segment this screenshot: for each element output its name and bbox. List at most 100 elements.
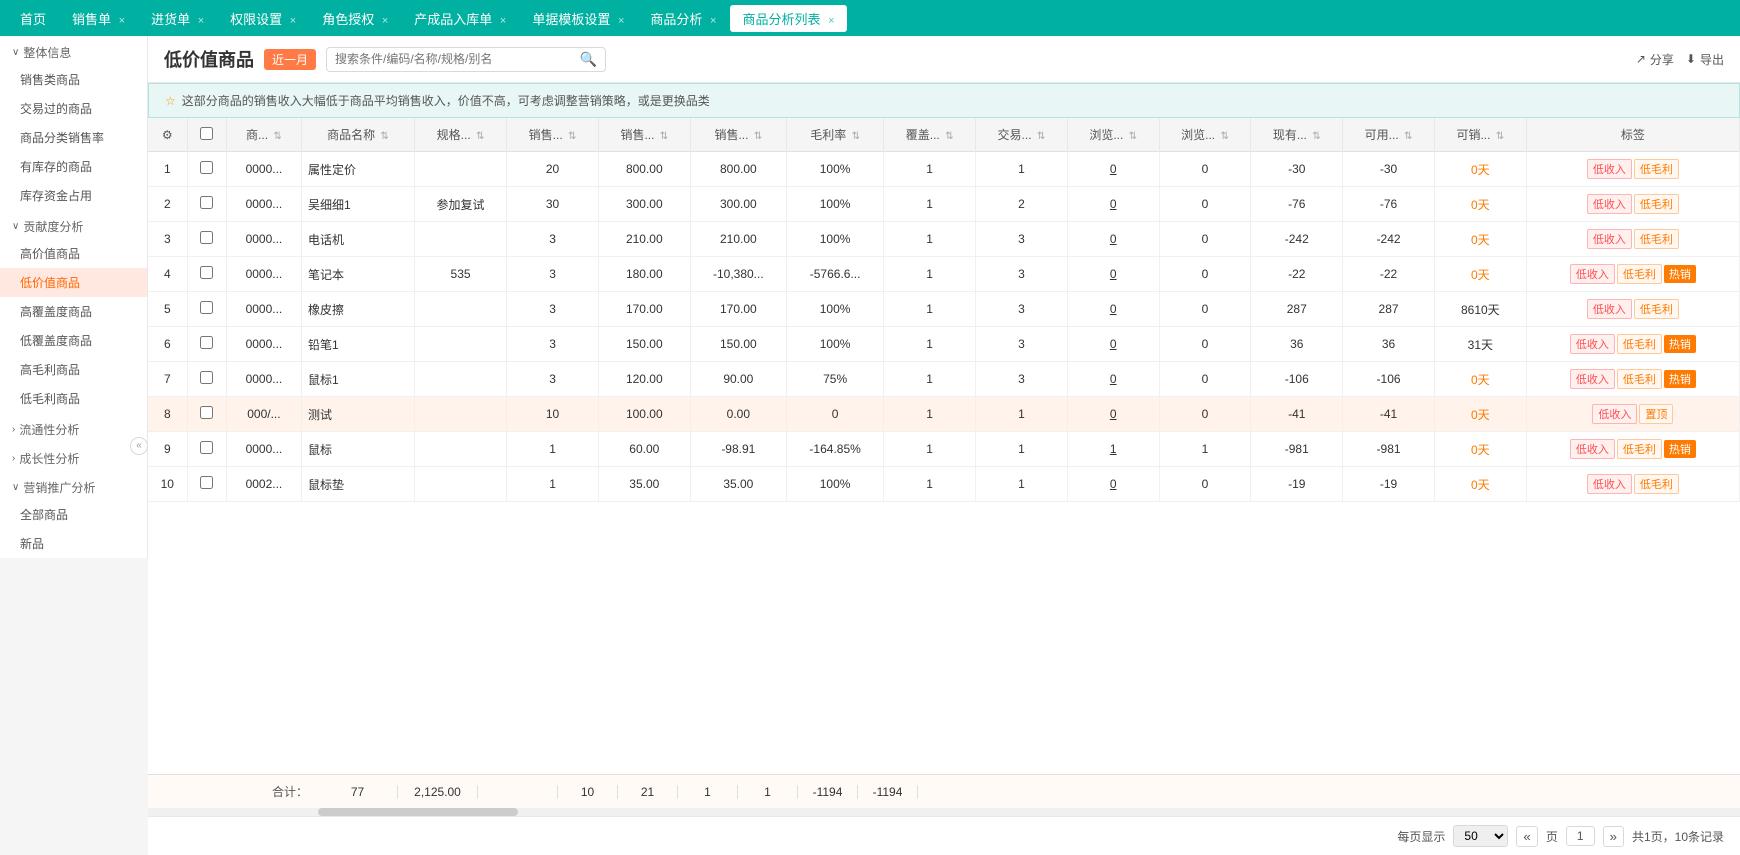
row-view1[interactable]: 0 xyxy=(1067,292,1159,327)
sidebar-item-low-coverage[interactable]: 低覆盖度商品 xyxy=(0,326,147,355)
share-button[interactable]: ↗ 分享 xyxy=(1636,51,1674,68)
col-sales-qty[interactable]: 销售... ⇅ xyxy=(507,118,599,152)
row-view1[interactable]: 0 xyxy=(1067,222,1159,257)
search-box[interactable]: 🔍 xyxy=(326,47,606,72)
sidebar-item-sales-products[interactable]: 销售类商品 xyxy=(0,65,147,94)
sidebar-item-high-value[interactable]: 高价值商品 xyxy=(0,239,147,268)
search-icon[interactable]: 🔍 xyxy=(580,51,597,68)
sidebar-section-circulation[interactable]: › 流通性分析 xyxy=(0,413,147,442)
close-icon[interactable]: × xyxy=(198,15,204,27)
nav-product-analysis-list[interactable]: 商品分析列表 × xyxy=(730,5,846,32)
time-filter-button[interactable]: 近一月 xyxy=(264,49,316,70)
col-trade[interactable]: 交易... ⇅ xyxy=(976,118,1068,152)
select-all-checkbox[interactable] xyxy=(200,127,213,140)
page-size-select[interactable]: 50 100 xyxy=(1453,825,1508,847)
nav-template[interactable]: 单据模板设置 × xyxy=(520,5,636,32)
view1-link[interactable]: 0 xyxy=(1110,162,1117,176)
view1-link[interactable]: 0 xyxy=(1110,197,1117,211)
row-select-checkbox[interactable] xyxy=(200,266,213,279)
row-select-checkbox[interactable] xyxy=(200,196,213,209)
row-select-checkbox[interactable] xyxy=(200,301,213,314)
row-checkbox[interactable] xyxy=(187,362,226,397)
sidebar-item-high-coverage[interactable]: 高覆盖度商品 xyxy=(0,297,147,326)
sidebar-item-category-rate[interactable]: 商品分类销售率 xyxy=(0,123,147,152)
view1-link[interactable]: 1 xyxy=(1110,442,1117,456)
view1-link[interactable]: 0 xyxy=(1110,302,1117,316)
sidebar-section-overall[interactable]: ∨ 整体信息 xyxy=(0,36,147,65)
row-select-checkbox[interactable] xyxy=(200,441,213,454)
col-view1[interactable]: 浏览... ⇅ xyxy=(1067,118,1159,152)
export-button[interactable]: ⬇ 导出 xyxy=(1686,51,1724,68)
horizontal-scrollbar[interactable] xyxy=(148,808,1740,816)
view1-link[interactable]: 0 xyxy=(1110,407,1117,421)
col-settings[interactable]: ⚙ xyxy=(148,118,187,152)
close-icon[interactable]: × xyxy=(119,15,125,27)
sidebar-item-low-profit[interactable]: 低毛利商品 xyxy=(0,384,147,413)
col-stock[interactable]: 现有... ⇅ xyxy=(1251,118,1343,152)
col-spec[interactable]: 规格... ⇅ xyxy=(414,118,506,152)
sidebar-item-low-value[interactable]: 低价值商品 xyxy=(0,268,147,297)
sidebar-section-contribution[interactable]: ∨ 贡献度分析 xyxy=(0,210,147,239)
row-select-checkbox[interactable] xyxy=(200,371,213,384)
col-coverage[interactable]: 覆盖... ⇅ xyxy=(884,118,976,152)
row-view1[interactable]: 0 xyxy=(1067,327,1159,362)
nav-permissions[interactable]: 权限设置 × xyxy=(218,5,308,32)
row-checkbox[interactable] xyxy=(187,152,226,187)
nav-stock-in[interactable]: 产成品入库单 × xyxy=(402,5,518,32)
sidebar-collapse-button[interactable]: « xyxy=(130,437,148,455)
row-view1[interactable]: 0 xyxy=(1067,397,1159,432)
close-icon[interactable]: × xyxy=(500,15,506,27)
nav-home[interactable]: 首页 xyxy=(8,5,58,32)
col-available[interactable]: 可用... ⇅ xyxy=(1343,118,1435,152)
nav-roles[interactable]: 角色授权 × xyxy=(310,5,400,32)
data-table-container[interactable]: ⚙ 商... ⇅ 商品名称 ⇅ 规格... ⇅ 销售... ⇅ 销售... ⇅ … xyxy=(148,118,1740,774)
close-icon[interactable]: × xyxy=(290,15,296,27)
row-checkbox[interactable] xyxy=(187,327,226,362)
row-checkbox[interactable] xyxy=(187,257,226,292)
row-checkbox[interactable] xyxy=(187,432,226,467)
scrollbar-thumb[interactable] xyxy=(318,808,518,816)
col-sellable[interactable]: 可销... ⇅ xyxy=(1434,118,1526,152)
row-select-checkbox[interactable] xyxy=(200,231,213,244)
col-view2[interactable]: 浏览... ⇅ xyxy=(1159,118,1251,152)
close-icon[interactable]: × xyxy=(618,15,624,27)
view1-link[interactable]: 0 xyxy=(1110,267,1117,281)
view1-link[interactable]: 0 xyxy=(1110,232,1117,246)
col-gross-rate[interactable]: 毛利率 ⇅ xyxy=(786,118,883,152)
col-sales-amount[interactable]: 销售... ⇅ xyxy=(598,118,690,152)
row-checkbox[interactable] xyxy=(187,222,226,257)
col-code[interactable]: 商... ⇅ xyxy=(226,118,301,152)
sidebar-item-new-products[interactable]: 新品 xyxy=(0,529,147,558)
nav-purchase[interactable]: 进货单 × xyxy=(139,5,216,32)
sidebar-item-traded-products[interactable]: 交易过的商品 xyxy=(0,94,147,123)
row-view1[interactable]: 0 xyxy=(1067,187,1159,222)
row-view1[interactable]: 1 xyxy=(1067,432,1159,467)
next-page-button[interactable]: » xyxy=(1603,826,1624,847)
sidebar-section-marketing[interactable]: ∨ 营销推广分析 xyxy=(0,471,147,500)
sidebar-item-stock-products[interactable]: 有库存的商品 xyxy=(0,152,147,181)
sidebar-item-stock-capital[interactable]: 库存资金占用 xyxy=(0,181,147,210)
col-sales-amount2[interactable]: 销售... ⇅ xyxy=(690,118,786,152)
col-tags[interactable]: 标签 xyxy=(1526,118,1739,152)
row-select-checkbox[interactable] xyxy=(200,476,213,489)
prev-page-button[interactable]: « xyxy=(1516,826,1537,847)
row-checkbox[interactable] xyxy=(187,187,226,222)
nav-product-analysis[interactable]: 商品分析 × xyxy=(638,5,728,32)
nav-sales[interactable]: 销售单 × xyxy=(60,5,137,32)
view1-link[interactable]: 0 xyxy=(1110,372,1117,386)
close-icon[interactable]: × xyxy=(710,15,716,27)
row-select-checkbox[interactable] xyxy=(200,336,213,349)
sidebar-section-growth[interactable]: › 成长性分析 xyxy=(0,442,147,471)
row-select-checkbox[interactable] xyxy=(200,161,213,174)
sidebar-item-all-products[interactable]: 全部商品 xyxy=(0,500,147,529)
row-view1[interactable]: 0 xyxy=(1067,362,1159,397)
search-input[interactable] xyxy=(335,52,580,66)
row-view1[interactable]: 0 xyxy=(1067,257,1159,292)
col-checkbox[interactable] xyxy=(187,118,226,152)
view1-link[interactable]: 0 xyxy=(1110,477,1117,491)
row-view1[interactable]: 0 xyxy=(1067,152,1159,187)
row-view1[interactable]: 0 xyxy=(1067,467,1159,502)
close-icon[interactable]: × xyxy=(382,15,388,27)
row-checkbox[interactable] xyxy=(187,397,226,432)
row-checkbox[interactable] xyxy=(187,467,226,502)
